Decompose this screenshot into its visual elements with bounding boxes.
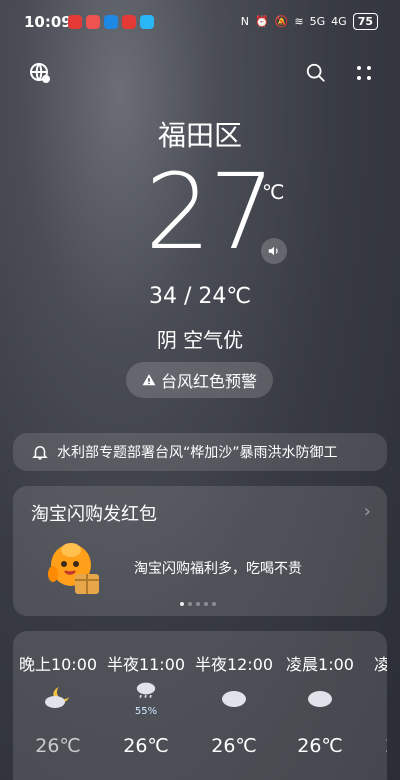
temperature-range: 34 / 24℃ xyxy=(148,284,252,309)
promo-card[interactable]: 淘宝闪购发红包 › 淘宝闪购福利多，吃喝不贵 xyxy=(13,486,387,616)
nfc-icon: N xyxy=(240,15,249,28)
alarm-icon: ⏰ xyxy=(255,15,269,28)
app-notification-icon xyxy=(104,15,118,29)
search-icon[interactable] xyxy=(303,60,329,86)
rain-cloud-icon xyxy=(136,682,156,698)
city-manage-icon[interactable] xyxy=(27,60,53,86)
carousel-dots xyxy=(180,602,216,606)
warning-icon xyxy=(142,374,156,386)
weather-condition: 阴 空气优 xyxy=(156,328,244,352)
carousel-dot[interactable] xyxy=(212,602,216,606)
status-bar: 10:09 N ⏰ 🔕 ≋ 5G 4G 75 xyxy=(0,0,400,44)
carousel-dot[interactable] xyxy=(196,602,200,606)
hour-label: 半夜11:00 xyxy=(106,655,186,674)
temperature-unit: ℃ xyxy=(262,180,285,204)
news-text: 水利部专题部署台风“桦加沙”暴雨洪水防御工 xyxy=(57,445,338,461)
typhoon-alert-button[interactable]: 台风红色预警 xyxy=(126,362,273,398)
carousel-dot[interactable] xyxy=(180,602,184,606)
hourly-item[interactable]: 半夜12:00 26℃ xyxy=(189,631,279,780)
bell-icon xyxy=(32,446,48,460)
wifi-icon: ≋ xyxy=(294,15,304,28)
hourly-item[interactable]: 半夜11:00 55% 26℃ xyxy=(101,631,191,780)
signal-icon: 5G xyxy=(309,15,326,28)
carousel-dot[interactable] xyxy=(204,602,208,606)
cloud-icon xyxy=(308,691,332,707)
hour-temp: 26℃ xyxy=(211,735,257,757)
mute-icon: 🔕 xyxy=(274,15,289,28)
promo-text: 淘宝闪购福利多，吃喝不贵 xyxy=(134,561,302,577)
hour-label: 凌晨1:00 xyxy=(286,655,354,674)
promo-title: 淘宝闪购发红包 xyxy=(31,504,157,525)
partly-cloudy-night-icon xyxy=(45,687,69,708)
hour-temp: 26℃ xyxy=(363,735,387,757)
app-notification-icon xyxy=(140,15,154,29)
city-name[interactable]: 福田区 xyxy=(0,114,400,154)
battery-icon: 75 xyxy=(352,13,378,30)
hour-temp: 26℃ xyxy=(123,735,169,757)
hour-temp: 26℃ xyxy=(297,735,343,757)
hourly-item[interactable]: 晚上10:00 26℃ xyxy=(13,631,103,780)
app-notification-icon xyxy=(122,15,136,29)
status-time: 10:09 xyxy=(24,13,72,31)
hour-label: 晚上10:00 xyxy=(18,655,98,674)
hourly-forecast[interactable]: 晚上10:00 26℃ 半夜11:00 55% 26℃ 半夜12:00 26℃ … xyxy=(13,631,387,780)
carousel-dot[interactable] xyxy=(188,602,192,606)
current-temperature: 27 xyxy=(145,151,275,273)
hourly-item[interactable]: 凌晨2:00 26℃ xyxy=(363,631,387,780)
speaker-icon[interactable] xyxy=(261,238,287,264)
hourly-item[interactable]: 凌晨1:00 26℃ xyxy=(275,631,365,780)
app-notification-icon xyxy=(68,15,82,29)
precipitation-chance: 55% xyxy=(134,706,158,717)
alert-label: 台风红色预警 xyxy=(160,372,257,391)
chevron-right-icon[interactable]: › xyxy=(364,501,371,522)
hour-temp: 26℃ xyxy=(35,735,81,757)
hour-label: 凌晨2:00 xyxy=(374,655,387,674)
news-banner[interactable]: 水利部专题部署台风“桦加沙”暴雨洪水防御工 xyxy=(13,433,387,471)
signal-icon: 4G xyxy=(331,15,347,28)
cloud-icon xyxy=(222,691,246,707)
app-notification-icon xyxy=(86,15,100,29)
status-indicators: N ⏰ 🔕 ≋ 5G 4G 75 xyxy=(241,13,378,30)
more-icon[interactable] xyxy=(351,60,377,86)
mascot-image xyxy=(48,543,99,594)
hour-label: 半夜12:00 xyxy=(194,655,274,674)
